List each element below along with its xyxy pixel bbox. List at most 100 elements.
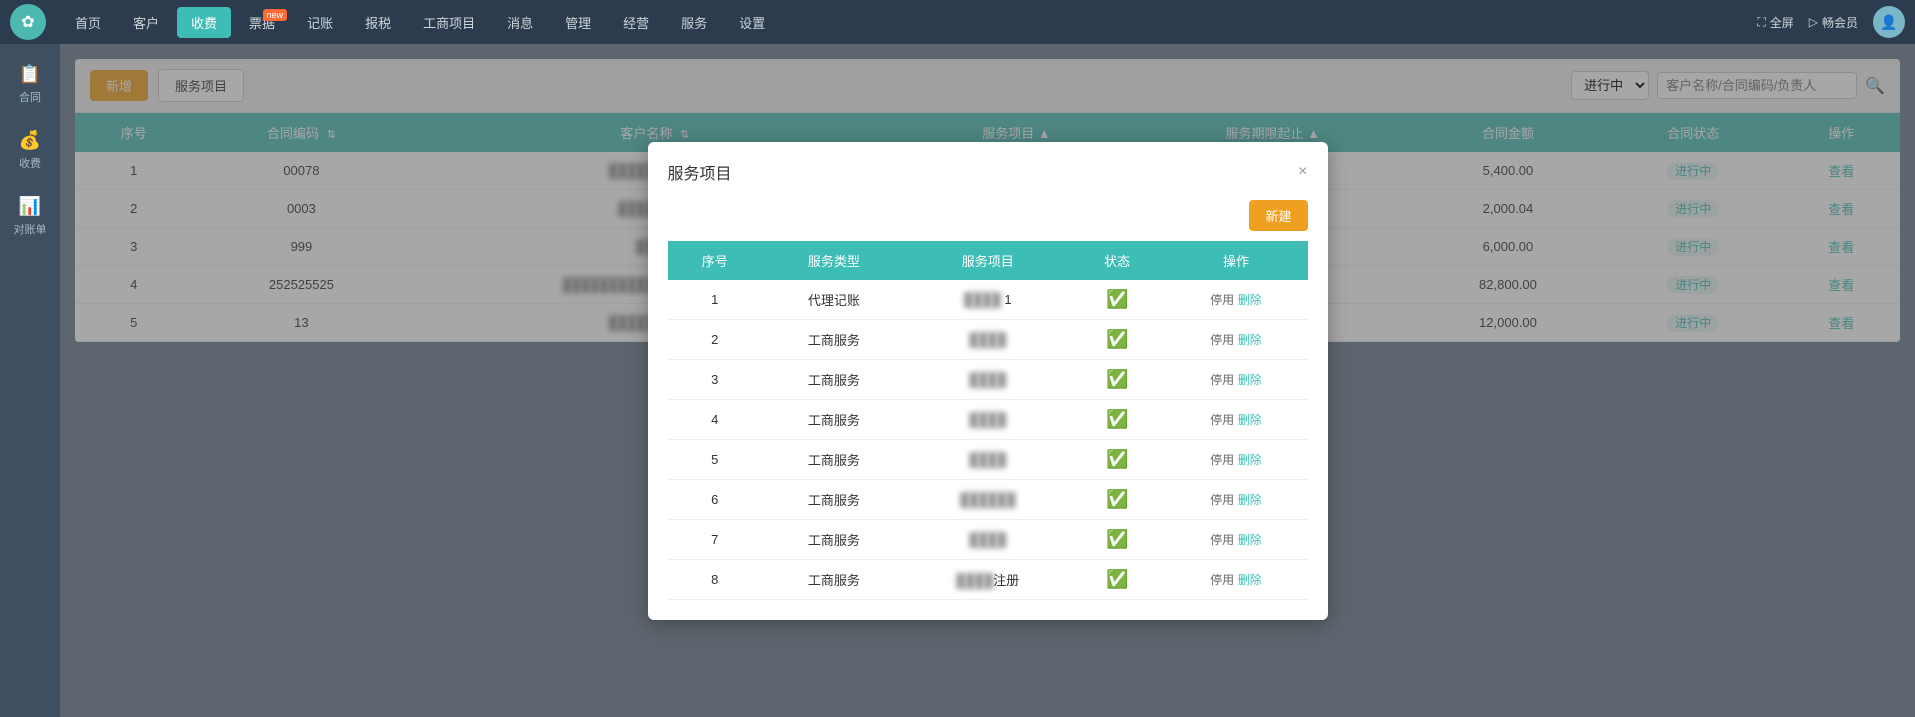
- delete-button[interactable]: 删除: [1238, 411, 1262, 428]
- stop-button[interactable]: 停用: [1210, 571, 1234, 588]
- stop-button[interactable]: 停用: [1210, 411, 1234, 428]
- stop-button[interactable]: 停用: [1210, 371, 1234, 388]
- modal-cell-status: ✅: [1070, 280, 1165, 320]
- modal-cell-action: 停用 删除: [1164, 519, 1307, 559]
- delete-button[interactable]: 删除: [1238, 451, 1262, 468]
- stop-button[interactable]: 停用: [1210, 451, 1234, 468]
- modal-cell-status: ✅: [1070, 359, 1165, 399]
- sidebar-item-reconcile[interactable]: 📊 对账单: [3, 186, 57, 247]
- content-area: 新增 服务项目 进行中 全部 已结束 🔍: [60, 44, 1915, 717]
- delete-button[interactable]: 删除: [1238, 491, 1262, 508]
- modal-cell-action: 停用 删除: [1164, 280, 1307, 320]
- status-check-icon: ✅: [1106, 369, 1128, 389]
- delete-button[interactable]: 删除: [1238, 531, 1262, 548]
- delete-button[interactable]: 删除: [1238, 571, 1262, 588]
- member-button[interactable]: ▷ 畅会员: [1809, 14, 1858, 31]
- modal-new-button[interactable]: 新建: [1249, 200, 1307, 231]
- modal-table-row: 7 工商服务 ████ ✅ 停用 删除: [668, 519, 1308, 559]
- nav-item-operation[interactable]: 经营: [609, 7, 663, 38]
- main-layout: 📋 合同 💰 收费 📊 对账单 新增 服务项目 进行中 全部 已结束: [0, 44, 1915, 717]
- modal-cell-seq: 8: [668, 559, 763, 599]
- modal-cell-seq: 7: [668, 519, 763, 559]
- nav-item-bookkeeping[interactable]: 记账: [293, 7, 347, 38]
- modal-cell-action: 停用 删除: [1164, 559, 1307, 599]
- app-logo: ✿: [10, 4, 46, 40]
- stop-button[interactable]: 停用: [1210, 531, 1234, 548]
- modal-cell-type: 工商服务: [762, 359, 906, 399]
- modal-header: 服务项目 ×: [648, 142, 1328, 194]
- modal-cell-item: ████: [906, 319, 1070, 359]
- user-avatar[interactable]: 👤: [1873, 6, 1905, 38]
- modal-cell-item: ████: [906, 439, 1070, 479]
- status-check-icon: ✅: [1106, 489, 1128, 509]
- sidebar-item-reconcile-label: 对账单: [14, 221, 47, 237]
- modal-cell-action: 停用 删除: [1164, 359, 1307, 399]
- sidebar-item-contract-label: 合同: [19, 89, 41, 105]
- sidebar-item-contract[interactable]: 📋 合同: [3, 54, 57, 115]
- nav-item-invoice[interactable]: 票据 new: [235, 7, 289, 38]
- modal-table-row: 4 工商服务 ████ ✅ 停用 删除: [668, 399, 1308, 439]
- nav-item-fees[interactable]: 收费: [177, 7, 231, 38]
- modal-body: 序号 服务类型 服务项目 状态 操作 1 代理记账 ████ 1: [648, 241, 1328, 620]
- stop-button[interactable]: 停用: [1210, 491, 1234, 508]
- status-check-icon: ✅: [1106, 569, 1128, 589]
- new-badge: new: [263, 9, 288, 21]
- stop-button[interactable]: 停用: [1210, 331, 1234, 348]
- status-check-icon: ✅: [1106, 329, 1128, 349]
- modal-overlay: 服务项目 × 新建 序号 服务类型 服务项目 状态: [60, 44, 1915, 717]
- modal-col-type: 服务类型: [762, 241, 906, 280]
- nav-item-home[interactable]: 首页: [61, 7, 115, 38]
- nav-item-settings[interactable]: 设置: [725, 7, 779, 38]
- logo-icon: ✿: [21, 12, 34, 32]
- modal-col-status: 状态: [1070, 241, 1165, 280]
- fullscreen-button[interactable]: ⛶ 全屏: [1757, 14, 1793, 31]
- modal-table-row: 1 代理记账 ████ 1 ✅ 停用 删除: [668, 280, 1308, 320]
- fees-icon: 💰: [19, 130, 41, 151]
- modal-cell-type: 工商服务: [762, 439, 906, 479]
- nav-item-message[interactable]: 消息: [493, 7, 547, 38]
- modal-cell-action: 停用 删除: [1164, 399, 1307, 439]
- modal-cell-item: ████: [906, 519, 1070, 559]
- fullscreen-icon: ⛶: [1757, 15, 1765, 30]
- modal-table-row: 3 工商服务 ████ ✅ 停用 删除: [668, 359, 1308, 399]
- delete-button[interactable]: 删除: [1238, 331, 1262, 348]
- avatar-icon: 👤: [1880, 14, 1897, 31]
- modal-cell-seq: 2: [668, 319, 763, 359]
- nav-item-customer[interactable]: 客户: [119, 7, 173, 38]
- modal-close-button[interactable]: ×: [1298, 164, 1307, 180]
- sidebar-item-fees[interactable]: 💰 收费: [3, 120, 57, 181]
- nav-item-manage[interactable]: 管理: [551, 7, 605, 38]
- modal-cell-action: 停用 删除: [1164, 479, 1307, 519]
- modal-cell-status: ✅: [1070, 439, 1165, 479]
- modal-cell-status: ✅: [1070, 399, 1165, 439]
- modal-cell-type: 工商服务: [762, 519, 906, 559]
- top-navigation: ✿ 首页 客户 收费 票据 new 记账 报税 工商项目 消息 管理 经营 服务…: [0, 0, 1915, 44]
- modal-cell-seq: 4: [668, 399, 763, 439]
- stop-button[interactable]: 停用: [1210, 291, 1234, 308]
- nav-item-business[interactable]: 工商项目: [409, 7, 489, 38]
- modal-cell-item: ██████: [906, 479, 1070, 519]
- contract-icon: 📋: [19, 64, 41, 85]
- fullscreen-label: 全屏: [1770, 14, 1794, 31]
- modal-cell-seq: 3: [668, 359, 763, 399]
- modal-col-item: 服务项目: [906, 241, 1070, 280]
- modal-cell-type: 工商服务: [762, 559, 906, 599]
- nav-item-tax[interactable]: 报税: [351, 7, 405, 38]
- modal-cell-status: ✅: [1070, 559, 1165, 599]
- nav-menu: 首页 客户 收费 票据 new 记账 报税 工商项目 消息 管理 经营 服务 设…: [61, 7, 1757, 38]
- sidebar-item-fees-label: 收费: [19, 155, 41, 171]
- status-check-icon: ✅: [1106, 289, 1128, 309]
- modal-cell-action: 停用 删除: [1164, 319, 1307, 359]
- modal-cell-status: ✅: [1070, 319, 1165, 359]
- modal-cell-seq: 5: [668, 439, 763, 479]
- modal-col-action: 操作: [1164, 241, 1307, 280]
- modal-cell-action: 停用 删除: [1164, 439, 1307, 479]
- delete-button[interactable]: 删除: [1238, 371, 1262, 388]
- reconcile-icon: 📊: [19, 196, 41, 217]
- member-label: 畅会员: [1822, 14, 1858, 31]
- delete-button[interactable]: 删除: [1238, 291, 1262, 308]
- nav-item-service[interactable]: 服务: [667, 7, 721, 38]
- modal-cell-seq: 6: [668, 479, 763, 519]
- modal-cell-type: 工商服务: [762, 319, 906, 359]
- modal-toolbar: 新建: [648, 194, 1328, 241]
